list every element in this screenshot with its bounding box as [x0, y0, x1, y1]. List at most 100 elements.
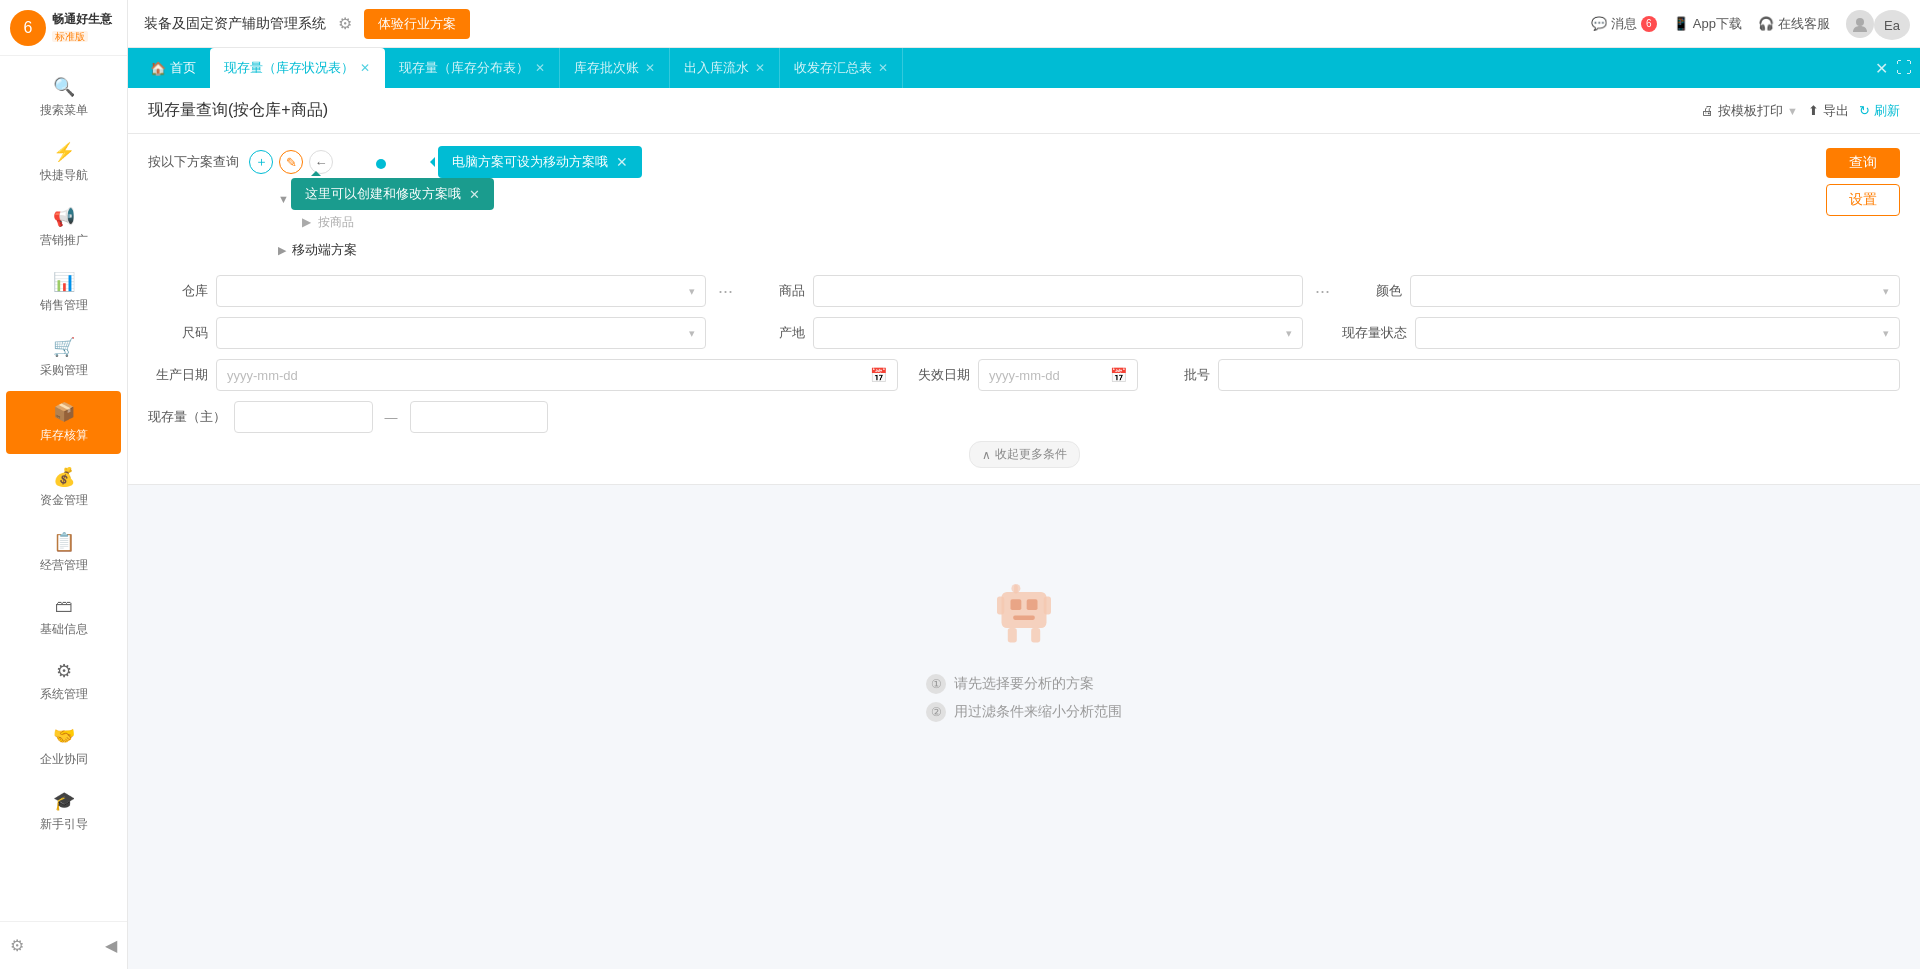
sidebar-item-guide[interactable]: 🎓 新手引导 — [6, 780, 121, 843]
stock-qty-max[interactable] — [410, 401, 549, 433]
tab-inventory-dist[interactable]: 现存量（库存分布表） ✕ — [385, 48, 560, 88]
sidebar-item-search[interactable]: 🔍 搜索菜单 — [6, 66, 121, 129]
scheme-mobile[interactable]: ▶ 移动端方案 — [278, 237, 1900, 263]
experience-btn[interactable]: 体验行业方案 — [364, 9, 470, 39]
edit-scheme-btn[interactable]: ✎ — [279, 150, 303, 174]
empty-tip-1: ① 请先选择要分析的方案 — [926, 674, 1122, 694]
sidebar: 6 畅通好生意 标准版 🔍 搜索菜单 ⚡ 快捷导航 📢 营销推广 📊 销售管理 … — [0, 0, 128, 969]
guide-icon: 🎓 — [53, 790, 75, 812]
sidebar-logo: 6 畅通好生意 标准版 — [0, 0, 127, 56]
message-badge: 6 — [1641, 16, 1657, 32]
tab-label: 收发存汇总表 — [794, 59, 872, 77]
tab-inventory-status[interactable]: 现存量（库存状况表） ✕ — [210, 48, 385, 88]
sidebar-item-finance[interactable]: 💰 资金管理 — [6, 456, 121, 519]
marketing-icon: 📢 — [53, 206, 75, 228]
collapse-sidebar-icon[interactable]: ◀ — [101, 932, 121, 959]
collapse-row: ∧ 收起更多条件 — [148, 433, 1900, 468]
filter-header: 按以下方案查询 ＋ ✎ ← 电脑方案可设为移动方案哦 ✕ — [148, 150, 1900, 174]
close-all-tabs-icon[interactable]: ✕ — [1875, 59, 1888, 78]
stock-qty-min[interactable] — [234, 401, 373, 433]
refresh-btn[interactable]: ↻ 刷新 — [1859, 102, 1900, 120]
svg-rect-8 — [1044, 597, 1051, 615]
batch-input[interactable] — [1218, 359, 1900, 391]
sidebar-item-sales[interactable]: 📊 销售管理 — [6, 261, 121, 324]
sidebar-item-system[interactable]: ⚙ 系统管理 — [6, 650, 121, 713]
range-separator: — — [381, 410, 402, 425]
headset-icon: 🎧 — [1758, 16, 1774, 31]
message-btn[interactable]: 💬 消息 6 — [1591, 15, 1657, 33]
sidebar-item-label: 采购管理 — [40, 362, 88, 379]
home-icon: 🏠 — [150, 61, 166, 76]
field-batch: 批号 — [1150, 359, 1900, 391]
sidebar-item-purchase[interactable]: 🛒 采购管理 — [6, 326, 121, 389]
avatar — [1846, 10, 1874, 38]
tab-close-icon[interactable]: ✕ — [878, 61, 888, 75]
sidebar-item-inventory[interactable]: 📦 库存核算 — [6, 391, 121, 454]
goods-select[interactable] — [813, 275, 1303, 307]
scheme-pc[interactable]: ▼ 电脑端方案 — [278, 186, 1900, 212]
sidebar-item-basic[interactable]: 🗃 基础信息 — [6, 586, 121, 648]
print-label: 按模板打印 — [1718, 102, 1783, 120]
tab-close-icon[interactable]: ✕ — [645, 61, 655, 75]
tab-close-icon[interactable]: ✕ — [755, 61, 765, 75]
sidebar-item-enterprise[interactable]: 🤝 企业协同 — [6, 715, 121, 778]
tip-num-2: ② — [926, 702, 946, 722]
expand-tabs-icon[interactable]: ⛶ — [1896, 59, 1912, 77]
warehouse-more-icon[interactable]: ··· — [718, 281, 733, 302]
sidebar-item-label: 快捷导航 — [40, 167, 88, 184]
field-expire-date: 失效日期 yyyy-mm-dd 📅 — [910, 359, 1138, 391]
goods-more-icon[interactable]: ··· — [1315, 281, 1330, 302]
origin-select[interactable]: ▾ — [813, 317, 1303, 349]
home-label: 首页 — [170, 59, 196, 77]
app-download-btn[interactable]: 📱 App下载 — [1673, 15, 1742, 33]
sidebar-item-label: 销售管理 — [40, 297, 88, 314]
tab-batch-account[interactable]: 库存批次账 ✕ — [560, 48, 670, 88]
add-scheme-btn[interactable]: ＋ — [249, 150, 273, 174]
edit-tooltip-close[interactable]: ✕ — [469, 187, 480, 202]
stock-qty-label: 现存量（主） — [148, 408, 226, 426]
tab-close-icon[interactable]: ✕ — [360, 61, 370, 75]
expire-date-start[interactable]: yyyy-mm-dd 📅 — [978, 359, 1138, 391]
size-select[interactable]: ▾ — [216, 317, 706, 349]
field-size: 尺码 ▾ — [148, 317, 706, 349]
chevron-down-icon: ▾ — [689, 285, 695, 298]
settings-icon[interactable]: ⚙ — [338, 14, 352, 33]
sidebar-item-operation[interactable]: 📋 经营管理 — [6, 521, 121, 584]
tab-label: 现存量（库存状况表） — [224, 59, 354, 77]
purchase-icon: 🛒 — [53, 336, 75, 358]
collapse-btn[interactable]: ∧ 收起更多条件 — [969, 441, 1080, 468]
tab-inout-flow[interactable]: 出入库流水 ✕ — [670, 48, 780, 88]
color-select[interactable]: ▾ — [1410, 275, 1900, 307]
field-prod-date: 生产日期 yyyy-mm-dd 📅 — [148, 359, 898, 391]
message-label: 消息 — [1611, 15, 1637, 33]
finance-icon: 💰 — [53, 466, 75, 488]
settings-bottom-icon[interactable]: ⚙ — [6, 932, 28, 959]
sidebar-bottom: ⚙ ◀ — [0, 921, 127, 969]
tab-close-icon[interactable]: ✕ — [535, 61, 545, 75]
tab-summary[interactable]: 收发存汇总表 ✕ — [780, 48, 903, 88]
sidebar-item-marketing[interactable]: 📢 营销推广 — [6, 196, 121, 259]
online-support-btn[interactable]: 🎧 在线客服 — [1758, 15, 1830, 33]
tab-label: 出入库流水 — [684, 59, 749, 77]
query-btn[interactable]: 查询 — [1826, 148, 1900, 178]
chevron-right-icon: ▼ — [278, 193, 289, 205]
chevron-down-icon: ▼ — [1787, 105, 1798, 117]
scheme-dot-indicator — [376, 159, 386, 169]
field-stock-status: 现存量状态 ▾ — [1342, 317, 1900, 349]
empty-tip-2: ② 用过滤条件来缩小分析范围 — [926, 702, 1122, 722]
field-goods: 商品 — [745, 275, 1303, 307]
filter-row-1: 仓库 ▾ ··· 商品 ··· — [148, 275, 1900, 307]
prod-date-start[interactable]: yyyy-mm-dd 📅 — [216, 359, 898, 391]
warehouse-select[interactable]: ▾ — [216, 275, 706, 307]
stock-status-select[interactable]: ▾ — [1415, 317, 1900, 349]
prod-date-label: 生产日期 — [148, 366, 208, 384]
print-btn[interactable]: 🖨 按模板打印 ▼ — [1701, 102, 1798, 120]
export-btn[interactable]: ⬆ 导出 — [1808, 102, 1849, 120]
tab-home[interactable]: 🏠 首页 — [136, 48, 210, 88]
field-warehouse: 仓库 ▾ — [148, 275, 706, 307]
scheme-tooltip-close[interactable]: ✕ — [616, 154, 628, 170]
refresh-icon: ↻ — [1859, 103, 1870, 118]
chevron-down-icon: ▾ — [1883, 285, 1889, 298]
set-btn[interactable]: 设置 — [1826, 184, 1900, 216]
sidebar-item-quicknav[interactable]: ⚡ 快捷导航 — [6, 131, 121, 194]
